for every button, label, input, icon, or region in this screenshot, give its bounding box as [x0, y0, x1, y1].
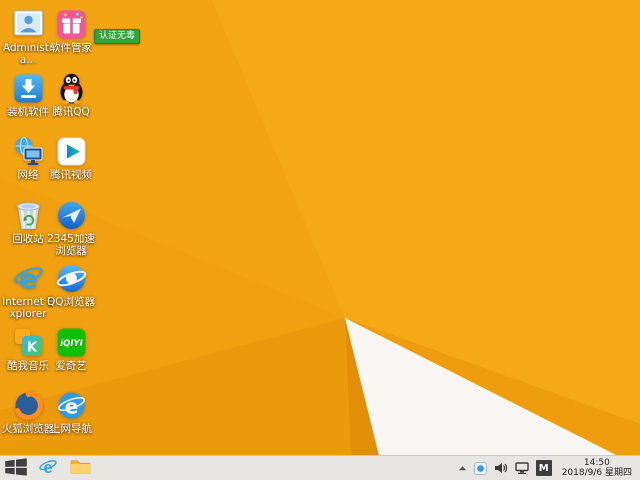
internet-explorer-icon: e	[12, 262, 45, 295]
desktop-icon-label: 爱奇艺	[55, 360, 87, 372]
taskbar-explorer-button[interactable]	[64, 456, 96, 480]
clock-time: 14:50	[583, 457, 610, 468]
recycle-bin-icon	[12, 199, 45, 232]
tencent-video-icon	[55, 135, 88, 168]
desktop-icon-web-navigation[interactable]: e 上网导航	[43, 389, 99, 435]
windows-logo-icon	[4, 457, 28, 479]
taskbar-clock[interactable]: 14:50 2018/9/6 星期四	[559, 458, 635, 479]
iqiyi-icon: iQIYI	[55, 326, 88, 359]
2345-browser-icon	[55, 199, 88, 232]
network-tray-icon[interactable]	[515, 462, 529, 474]
desktop-icon-label: 软件管家	[50, 42, 92, 54]
desktop-icon-2345-browser[interactable]: 2345加速浏览器	[43, 199, 99, 257]
desktop: Administra... 装机软件 网络 回收站 e Internet Exp…	[0, 0, 640, 480]
user-files-icon	[12, 8, 45, 41]
start-button[interactable]	[0, 456, 32, 480]
desktop-icon-label: QQ浏览器	[46, 296, 96, 308]
kuwo-music-icon: K	[12, 326, 45, 359]
taskbar-ie-button[interactable]: e	[32, 456, 64, 480]
antivirus-certified-badge: 认证无毒	[94, 29, 141, 44]
desktop-icon-label: 上网导航	[50, 423, 92, 435]
tray-app-icon[interactable]	[473, 461, 487, 475]
internet-explorer-icon: e	[38, 457, 58, 480]
desktop-icon-qq-browser[interactable]: QQ浏览器	[43, 262, 99, 308]
system-tray: M 14:50 2018/9/6 星期四	[458, 458, 640, 479]
desktop-icon-software-manager[interactable]: 软件管家	[43, 8, 99, 54]
hidden-icons-button[interactable]	[458, 465, 467, 471]
iqiyi-wordmark: iQIYI	[60, 339, 83, 349]
taskbar: e M 14:50 2018/9/6 星期四	[0, 455, 640, 480]
kuwo-k-glyph: K	[26, 341, 37, 356]
desktop-icon-iqiyi[interactable]: iQIYI 爱奇艺	[43, 326, 99, 372]
web-navigation-icon: e	[55, 389, 88, 422]
qq-penguin-icon	[55, 72, 88, 105]
download-software-icon	[12, 72, 45, 105]
clock-date: 2018/9/6 星期四	[561, 468, 632, 478]
software-manager-icon	[55, 8, 88, 41]
desktop-icon-label: 2345加速浏览器	[47, 233, 95, 257]
ime-indicator[interactable]: M	[535, 460, 552, 476]
qq-browser-icon	[55, 262, 88, 295]
desktop-icon-label: 腾讯QQ	[52, 106, 90, 118]
desktop-icon-tencent-video[interactable]: 腾讯视频	[43, 135, 99, 181]
desktop-icon-tencent-qq[interactable]: 腾讯QQ	[43, 72, 99, 118]
folder-icon	[70, 458, 91, 478]
firefox-icon	[12, 389, 45, 422]
network-icon	[12, 135, 45, 168]
desktop-icon-label: 腾讯视频	[50, 169, 92, 181]
volume-icon[interactable]	[494, 462, 508, 474]
